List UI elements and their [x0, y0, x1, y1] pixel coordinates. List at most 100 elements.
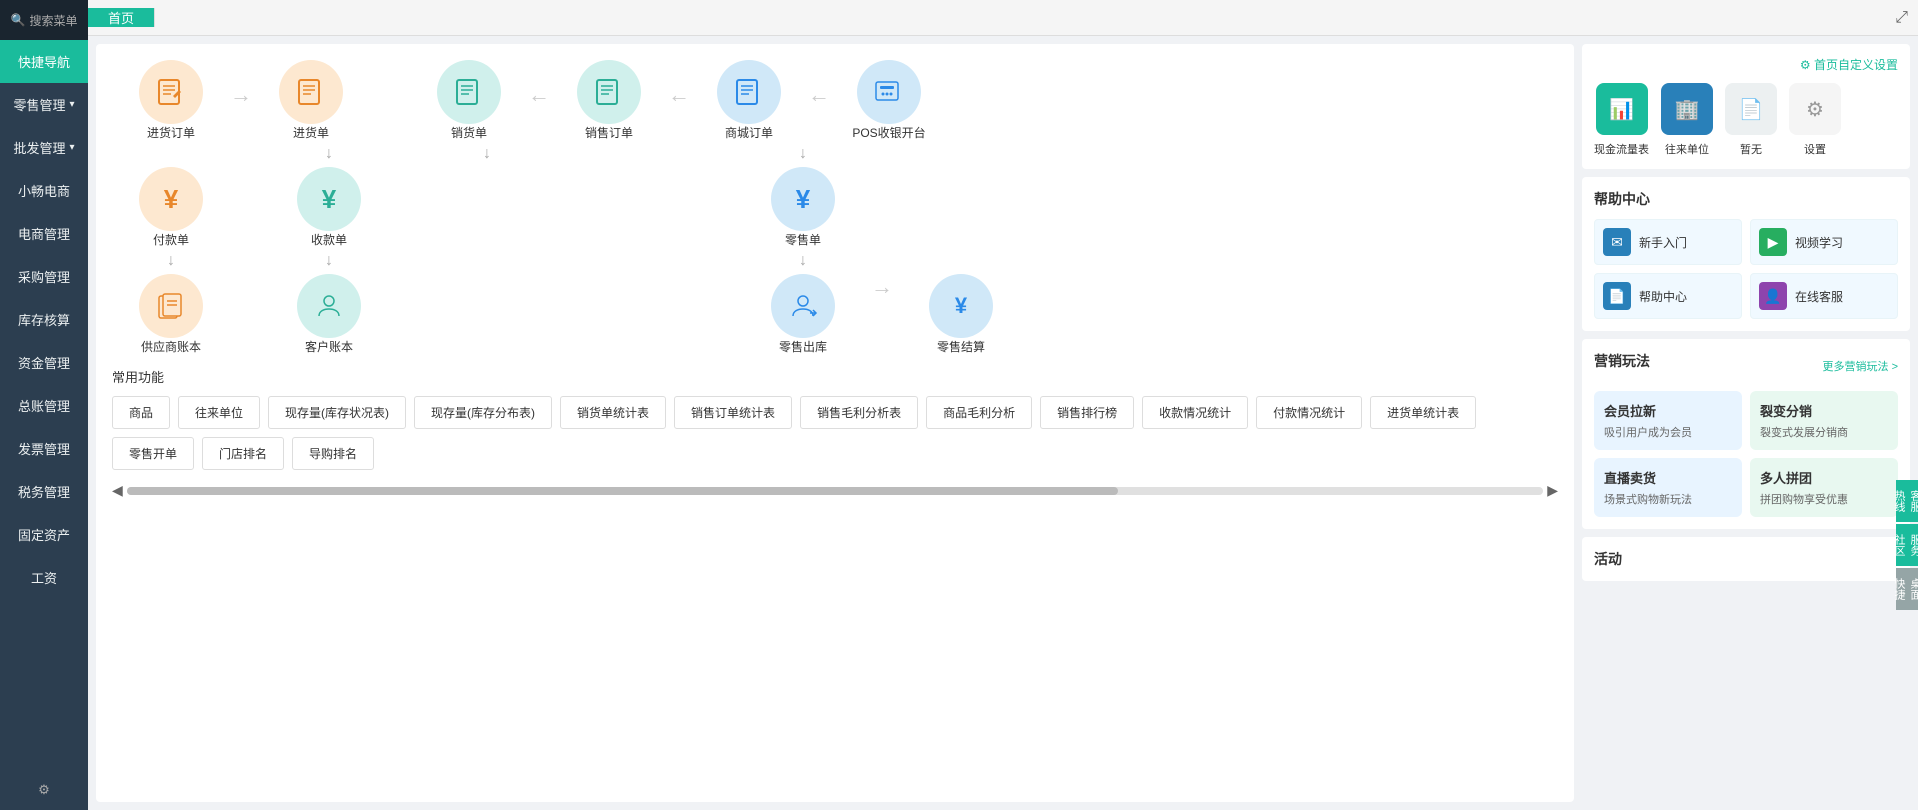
main-area: 首页 ⤢ 进货订单 [88, 0, 1918, 810]
node-pos[interactable]: POS收银开台 [830, 60, 948, 141]
help-item[interactable]: ✉新手入门 [1594, 219, 1742, 265]
help-item[interactable]: 👤在线客服 [1750, 273, 1898, 319]
v-arrow-purchase-order [112, 145, 230, 163]
help-item-label: 新手入门 [1639, 234, 1687, 251]
circle-purchase-bill[interactable] [279, 60, 343, 124]
scroll-bar[interactable]: ◀ ▶ [112, 482, 1558, 499]
common-function-button[interactable]: 往来单位 [178, 396, 260, 429]
float-button[interactable]: 客服热线 [1896, 480, 1918, 522]
circle-sales-bill[interactable] [437, 60, 501, 124]
v-arrow-mall-order: ↓ [744, 145, 862, 163]
circle-customer-account[interactable] [297, 274, 361, 338]
node-mall-order[interactable]: 商城订单 [690, 60, 808, 141]
node-sales-bill[interactable]: 销货单 [410, 60, 528, 141]
float-button[interactable]: 桌面快捷 [1896, 568, 1918, 610]
v-arrow-sales-order [586, 145, 704, 163]
common-function-button[interactable]: 销售毛利分析表 [800, 396, 918, 429]
common-function-button[interactable]: 付款情况统计 [1256, 396, 1362, 429]
help-center-title: 帮助中心 [1594, 189, 1898, 209]
search-menu[interactable]: 🔍 搜索菜单 [0, 0, 88, 40]
circle-pos[interactable] [857, 60, 921, 124]
node-purchase-order[interactable]: 进货订单 [112, 60, 230, 141]
sidebar-item-retail[interactable]: 零售管理▾ [0, 83, 88, 126]
common-function-button[interactable]: 进货单统计表 [1370, 396, 1476, 429]
sidebar-item-wholesale[interactable]: 批发管理▾ [0, 126, 88, 169]
sidebar-item-purchase[interactable]: 采购管理 [0, 255, 88, 298]
quick-access-icon: 📄 [1725, 83, 1777, 135]
marketing-item-title: 会员拉新 [1604, 401, 1732, 420]
common-function-button[interactable]: 零售开单 [112, 437, 194, 470]
node-sales-order[interactable]: 销售订单 [550, 60, 668, 141]
node-receipt[interactable]: ¥ 收款单 [270, 167, 388, 248]
circle-supplier-account[interactable] [139, 274, 203, 338]
customize-button[interactable]: ⚙ 首页自定义设置 [1594, 56, 1898, 73]
help-grid: ✉新手入门▶视频学习 📄 帮助中心 👤在线客服 [1594, 219, 1898, 319]
circle-receipt[interactable]: ¥ [297, 167, 361, 231]
marketing-panel: 营销玩法 更多营销玩法 > 会员拉新吸引用户成为会员裂变分销裂变式发展分销商直播… [1582, 339, 1910, 529]
sidebar-item-ledger[interactable]: 总账管理 [0, 384, 88, 427]
sidebar-item-quick-nav[interactable]: 快捷导航 [0, 40, 88, 83]
sidebar-item-salary[interactable]: 工资 [0, 556, 88, 599]
quick-access-item[interactable]: 📄暂无 [1725, 83, 1777, 157]
circle-retail-out[interactable] [771, 274, 835, 338]
marketing-more[interactable]: 更多营销玩法 > [1823, 358, 1898, 374]
v-arrow-payment: ↓ [112, 252, 230, 270]
common-function-button[interactable]: 收款情况统计 [1142, 396, 1248, 429]
sidebar-item-finance[interactable]: 资金管理 [0, 341, 88, 384]
help-item-label: 帮助中心 [1639, 288, 1687, 305]
circle-retail-bill[interactable]: ¥ [771, 167, 835, 231]
scroll-right[interactable]: ▶ [1547, 482, 1558, 499]
help-icon: 📄 [1603, 282, 1631, 310]
float-button[interactable]: 服务社区 [1896, 524, 1918, 566]
marketing-item[interactable]: 会员拉新吸引用户成为会员 [1594, 391, 1742, 450]
sidebar-item-inventory[interactable]: 库存核算 [0, 298, 88, 341]
sidebar-item-xiaochang[interactable]: 小畅电商 [0, 169, 88, 212]
node-purchase-bill[interactable]: 进货单 [252, 60, 370, 141]
circle-payment[interactable]: ¥ [139, 167, 203, 231]
circle-sales-order[interactable] [577, 60, 641, 124]
node-retail-settle[interactable]: ¥ 零售结算 [902, 274, 1020, 355]
sidebar-item-tax[interactable]: 税务管理 [0, 470, 88, 513]
sidebar-item-ecommerce[interactable]: 电商管理 [0, 212, 88, 255]
circle-purchase-order[interactable] [139, 60, 203, 124]
quick-access-item[interactable]: 📊现金流量表 [1594, 83, 1649, 157]
common-function-button[interactable]: 商品毛利分析 [926, 396, 1032, 429]
activity-title: 活动 [1594, 549, 1898, 569]
label-pos: POS收银开台 [852, 124, 925, 141]
common-function-button[interactable]: 商品 [112, 396, 170, 429]
marketing-item[interactable]: 直播卖货场景式购物新玩法 [1594, 458, 1742, 517]
arrow-3: ← [668, 60, 690, 108]
quick-access-item[interactable]: 🏢往来单位 [1661, 83, 1713, 157]
help-item[interactable]: ▶视频学习 [1750, 219, 1898, 265]
quick-access-item[interactable]: ⚙设置 [1789, 83, 1841, 157]
tab-首页[interactable]: 首页 [88, 8, 155, 27]
label-sales-bill: 销货单 [451, 124, 487, 141]
circle-mall-order[interactable] [717, 60, 781, 124]
common-function-button[interactable]: 导购排名 [292, 437, 374, 470]
node-payment[interactable]: ¥ 付款单 [112, 167, 230, 248]
common-function-button[interactable]: 门店排名 [202, 437, 284, 470]
help-item[interactable]: 📄 帮助中心 [1594, 273, 1742, 319]
marketing-item[interactable]: 裂变分销裂变式发展分销商 [1750, 391, 1898, 450]
label-purchase-order: 进货订单 [147, 124, 195, 141]
node-customer-account[interactable]: 客户账本 [270, 274, 388, 355]
sidebar-item-assets[interactable]: 固定资产 [0, 513, 88, 556]
common-function-button[interactable]: 销售排行榜 [1040, 396, 1134, 429]
expand-button[interactable]: ⤢ [1885, 9, 1918, 27]
node-supplier-account[interactable]: 供应商账本 [112, 274, 230, 355]
sidebar-item-invoice[interactable]: 发票管理 [0, 427, 88, 470]
circle-retail-settle[interactable]: ¥ [929, 274, 993, 338]
sidebar-settings[interactable]: ⚙ [0, 770, 88, 810]
label-mall-order: 商城订单 [725, 124, 773, 141]
marketing-item[interactable]: 多人拼团拼团购物享受优惠 [1750, 458, 1898, 517]
common-function-button[interactable]: 销货单统计表 [560, 396, 666, 429]
common-function-button[interactable]: 现存量(库存分布表) [414, 396, 552, 429]
label-retail-bill: 零售单 [785, 231, 821, 248]
node-retail-bill[interactable]: ¥ 零售单 [744, 167, 862, 248]
v-arrow-receipt: ↓ [270, 252, 388, 270]
common-function-button[interactable]: 现存量(库存状况表) [268, 396, 406, 429]
scroll-track[interactable] [127, 487, 1543, 495]
node-retail-out[interactable]: 零售出库 [744, 274, 862, 355]
scroll-left[interactable]: ◀ [112, 482, 123, 499]
common-function-button[interactable]: 销售订单统计表 [674, 396, 792, 429]
